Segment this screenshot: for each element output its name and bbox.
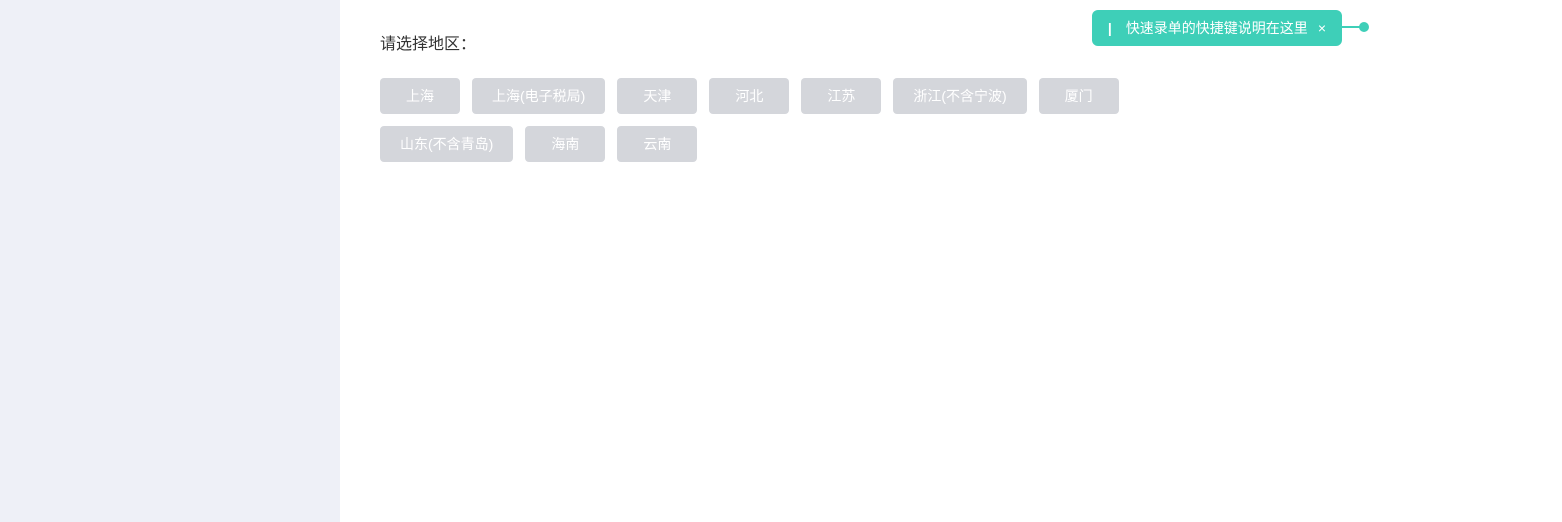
region-button-yunnan[interactable]: 云南 [617, 126, 697, 162]
tooltip-close-button[interactable]: × [1318, 20, 1326, 36]
main-content: 请选择地区： 上海上海(电子税局) 天津河北江苏浙江(不含宁波) 厦门 山东(不含青… [340, 0, 1562, 522]
page-label: 请选择地区： [380, 30, 1522, 54]
region-button-jiangsu[interactable]: 江苏 [801, 78, 881, 114]
region-button-hainan[interactable]: 海南 [525, 126, 605, 162]
tooltip-banner: 快速录单的快捷键说明在这里 × [1092, 10, 1342, 46]
tooltip-dot [1359, 22, 1369, 32]
region-button-zhejiang[interactable]: 浙江(不含宁波) [893, 78, 1026, 114]
sidebar [0, 0, 340, 522]
region-button-hebei[interactable]: 河北 [709, 78, 789, 114]
tooltip-text: 快速录单的快捷键说明在这里 [1126, 18, 1308, 38]
region-button-shandong[interactable]: 山东(不含青岛) [380, 126, 513, 162]
region-button-shanghai[interactable]: 上海 [380, 78, 460, 114]
region-button-tianjin[interactable]: 天津 [617, 78, 697, 114]
region-button-xiamen[interactable]: 厦门 [1039, 78, 1119, 114]
region-row-2: 山东(不含青岛) 海南云南 [380, 126, 1522, 162]
region-row-1: 上海上海(电子税局) 天津河北江苏浙江(不含宁波) 厦门 [380, 78, 1522, 114]
region-button-shanghai-etax[interactable]: 上海(电子税局) [472, 78, 605, 114]
